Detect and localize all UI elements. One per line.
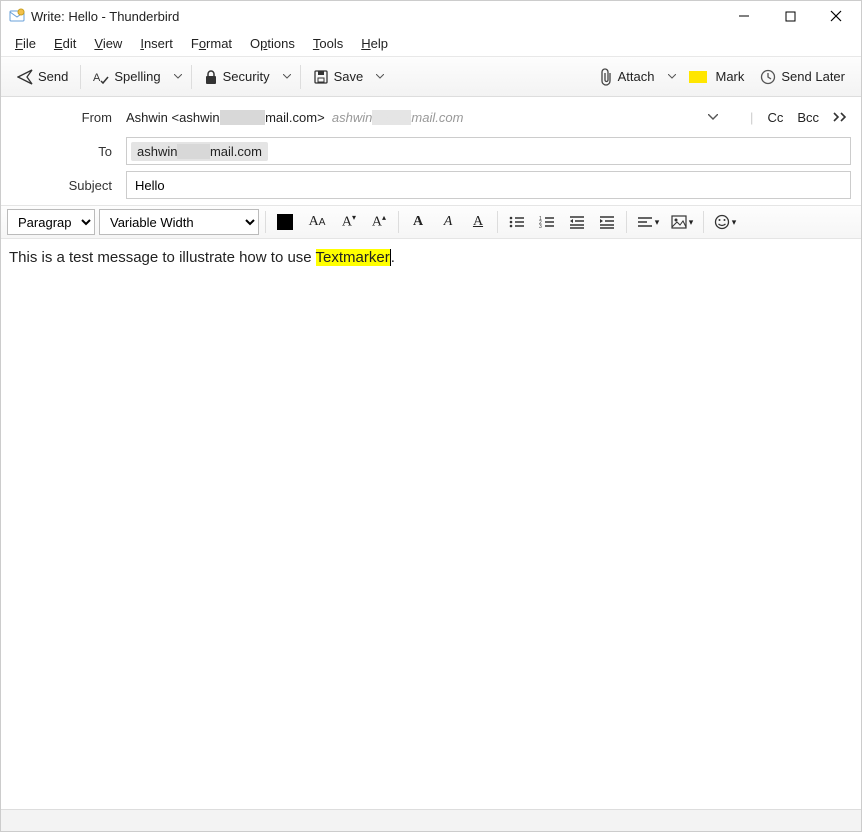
font-size-decrease-button[interactable]: A▾ — [336, 209, 362, 235]
menu-edit[interactable]: Edit — [46, 34, 84, 53]
menu-options[interactable]: Options — [242, 34, 303, 53]
text-color-button[interactable] — [272, 209, 298, 235]
security-button[interactable]: Security — [196, 65, 278, 89]
align-button[interactable]: ▾ — [633, 209, 663, 235]
menu-tools[interactable]: Tools — [305, 34, 351, 53]
numbered-list-icon: 123 — [539, 215, 555, 229]
from-identity[interactable]: Ashwin <ashwinxxxxxxxmail.com> ashwinxxx… — [126, 110, 463, 125]
italic-icon: A — [444, 214, 453, 230]
svg-text:3: 3 — [539, 224, 542, 229]
lock-icon — [204, 69, 218, 85]
to-recipient-pill[interactable]: ashwinxxxxxmail.com — [131, 142, 268, 161]
italic-button[interactable]: A — [435, 209, 461, 235]
send-button[interactable]: Send — [9, 65, 76, 89]
app-icon — [9, 8, 25, 24]
from-label: From — [11, 110, 116, 125]
attach-dropdown[interactable] — [663, 63, 681, 91]
outdent-icon — [569, 215, 585, 229]
outdent-button[interactable] — [564, 209, 590, 235]
paperclip-icon — [599, 68, 613, 86]
indent-icon — [599, 215, 615, 229]
bullet-list-icon — [509, 215, 525, 229]
chevron-down-icon: ▾ — [689, 217, 694, 228]
more-recipients-icon[interactable] — [833, 111, 851, 123]
align-left-icon — [637, 216, 653, 228]
send-icon — [17, 69, 33, 85]
cc-button[interactable]: Cc — [767, 110, 783, 125]
statusbar — [1, 809, 861, 831]
minimize-button[interactable] — [721, 1, 767, 31]
font-select[interactable]: Variable Width — [99, 209, 259, 235]
body-text-after: . — [391, 249, 395, 266]
font-size-reset-button[interactable]: AA — [302, 209, 332, 235]
bcc-button[interactable]: Bcc — [797, 110, 819, 125]
save-button[interactable]: Save — [305, 65, 372, 89]
from-dropdown[interactable] — [704, 103, 722, 131]
menu-help[interactable]: Help — [353, 34, 396, 53]
save-dropdown[interactable] — [371, 63, 389, 91]
maximize-button[interactable] — [767, 1, 813, 31]
menu-insert[interactable]: Insert — [132, 34, 181, 53]
spelling-button[interactable]: A Spelling — [85, 65, 168, 89]
security-dropdown[interactable] — [278, 63, 296, 91]
highlight-swatch-icon — [689, 71, 707, 83]
indent-button[interactable] — [594, 209, 620, 235]
insert-image-button[interactable]: ▾ — [667, 209, 697, 235]
spelling-dropdown[interactable] — [169, 63, 187, 91]
save-icon — [313, 69, 329, 85]
attach-button[interactable]: Attach — [591, 64, 663, 90]
bullet-list-button[interactable] — [504, 209, 530, 235]
format-toolbar: Paragraph Variable Width AA A▾ A▴ A A A … — [1, 205, 861, 239]
body-text: This is a test message to illustrate how… — [9, 249, 316, 266]
emoji-button[interactable]: ▾ — [710, 209, 740, 235]
numbered-list-button[interactable]: 123 — [534, 209, 560, 235]
highlighted-text: Textmarker — [316, 249, 391, 266]
smiley-icon — [714, 214, 730, 230]
subject-label: Subject — [11, 178, 116, 193]
to-label: To — [11, 144, 116, 159]
window-title: Write: Hello - Thunderbird — [31, 9, 179, 24]
text-color-swatch-icon — [277, 214, 293, 230]
mark-button[interactable]: Mark — [681, 65, 753, 88]
font-size-increase-button[interactable]: A▴ — [366, 209, 392, 235]
bold-icon: A — [413, 214, 423, 230]
menu-file[interactable]: File — [7, 34, 44, 53]
main-toolbar: Send A Spelling Security Save Attach Mar… — [1, 57, 861, 97]
image-icon — [671, 215, 687, 229]
close-button[interactable] — [813, 1, 859, 31]
menu-format[interactable]: Format — [183, 34, 240, 53]
menubar: File Edit View Insert Format Options Too… — [1, 31, 861, 57]
subject-input[interactable] — [126, 171, 851, 199]
menu-view[interactable]: View — [86, 34, 130, 53]
message-body[interactable]: This is a test message to illustrate how… — [1, 239, 861, 809]
bold-button[interactable]: A — [405, 209, 431, 235]
svg-text:A: A — [93, 72, 101, 84]
send-later-button[interactable]: Send Later — [752, 65, 853, 89]
paragraph-style-select[interactable]: Paragraph — [7, 209, 95, 235]
underline-icon: A — [473, 214, 483, 230]
underline-button[interactable]: A — [465, 209, 491, 235]
chevron-down-icon: ▾ — [655, 217, 660, 228]
chevron-down-icon: ▾ — [732, 217, 737, 228]
clock-icon — [760, 69, 776, 85]
to-field[interactable]: ashwinxxxxxmail.com — [126, 137, 851, 165]
spellcheck-icon: A — [93, 69, 109, 85]
